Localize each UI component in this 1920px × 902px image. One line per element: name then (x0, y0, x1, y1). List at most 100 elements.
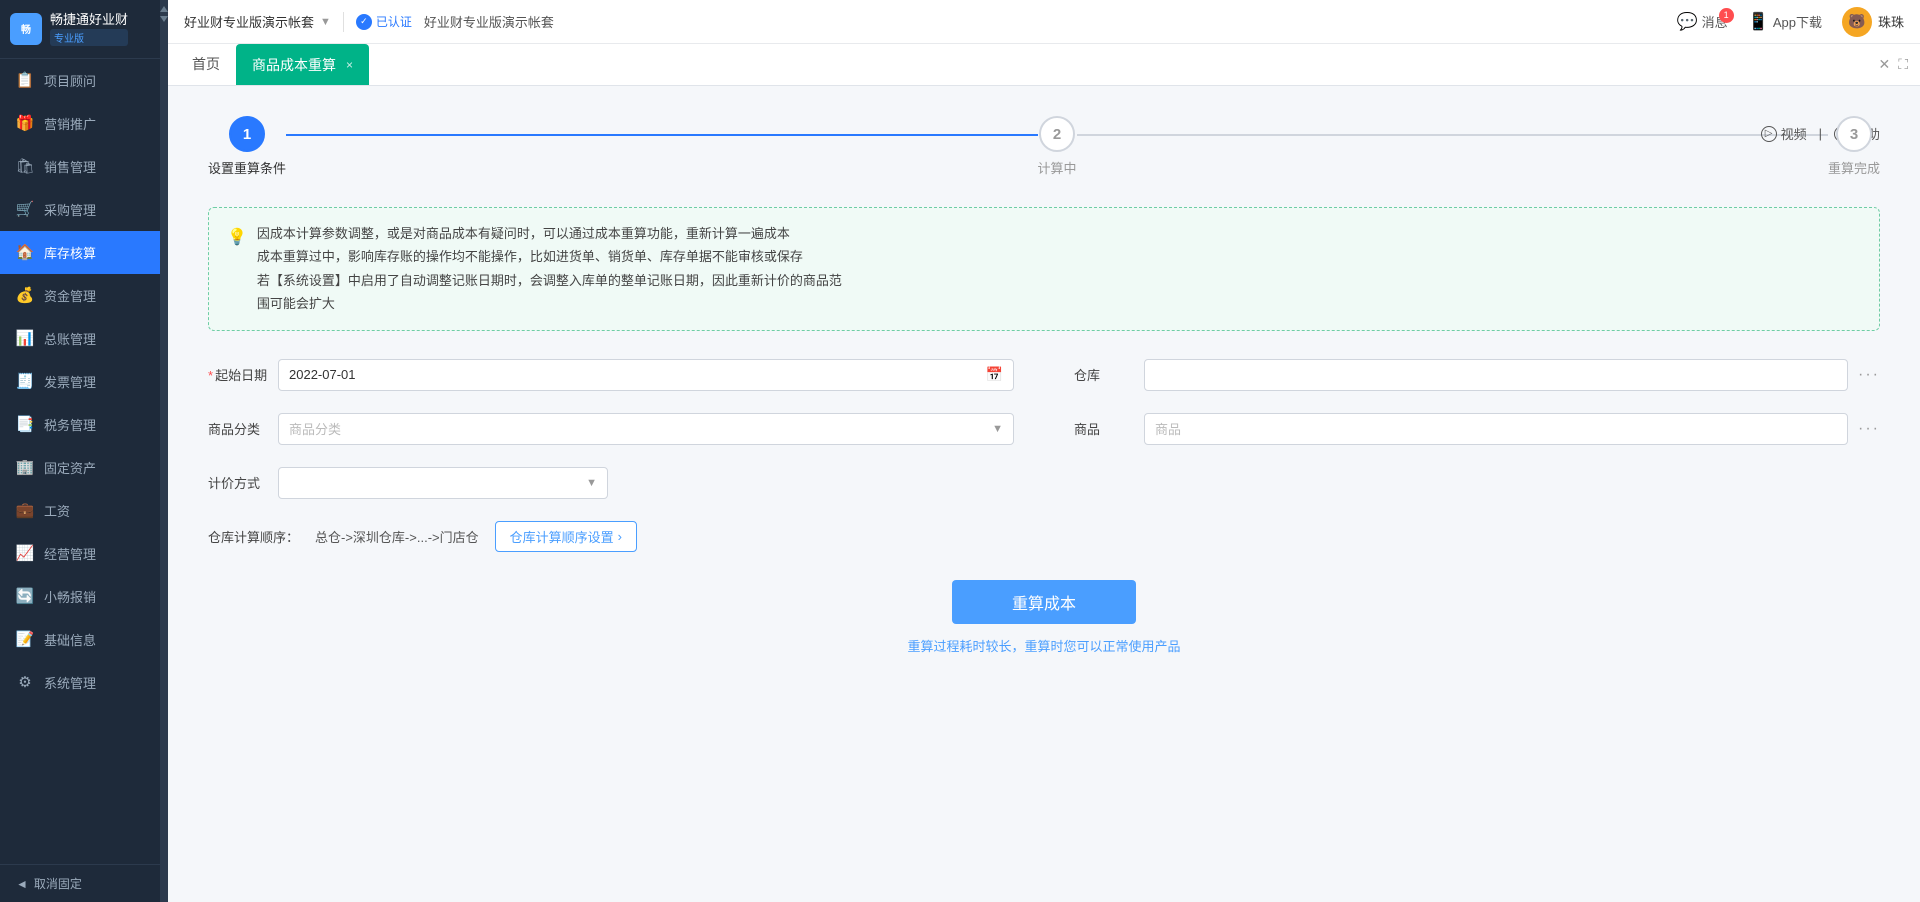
form-row-2: 商品分类 商品分类 ▼ 商品 商品 ··· (208, 413, 1880, 445)
scroll-up-arrow[interactable] (160, 6, 168, 12)
product-placeholder: 商品 (1155, 419, 1181, 438)
submit-area: 重算成本 重算过程耗时较长，重算时您可以正常使用产品 (208, 580, 1880, 655)
divider: | (1819, 126, 1822, 141)
category-label: 商品分类 (208, 419, 268, 438)
logo-text: 畅 (21, 21, 31, 36)
tab-home[interactable]: 首页 (176, 44, 236, 85)
step-3: 3 重算完成 (1828, 116, 1880, 177)
account-name: 好业财专业版演示帐套 (184, 12, 314, 31)
warehouse-order-label: 仓库计算顺序： (208, 527, 299, 546)
page-content: 1 设置重算条件 2 计算中 3 重算完成 ▷ (168, 86, 1920, 902)
app-download-label: App下载 (1773, 12, 1822, 31)
start-date-input[interactable]: 2022-07-01 📅 (278, 359, 1014, 391)
scroll-down-arrow[interactable] (160, 16, 168, 22)
sidebar-item-inventory[interactable]: 🏠 库存核算 (0, 231, 160, 274)
verified-text: 已认证 (376, 13, 412, 30)
product-input[interactable]: 商品 (1144, 413, 1848, 445)
category-chevron-icon: ▼ (992, 423, 1003, 435)
tab-close-icon[interactable]: × (346, 58, 353, 72)
shield-verified-icon: ✓ (356, 14, 372, 30)
step-2-circle: 2 (1039, 116, 1075, 152)
accounting-icon: 📊 (16, 329, 34, 347)
warehouse-dots-btn[interactable]: ··· (1858, 366, 1880, 384)
warehouse-input[interactable] (1144, 359, 1848, 391)
category-select[interactable]: 商品分类 ▼ (278, 413, 1014, 445)
tab-cost-recalc[interactable]: 商品成本重算 × (236, 44, 369, 85)
sidebar-item-project[interactable]: 📋 项目顾问 (0, 59, 160, 102)
warehouse-label: 仓库 (1074, 365, 1134, 384)
video-link[interactable]: ▷ 视频 (1761, 124, 1807, 143)
step-3-label: 重算完成 (1828, 158, 1880, 177)
tab-cost-recalc-label: 商品成本重算 (252, 55, 336, 75)
form-row-3: 计价方式 ▼ (208, 467, 608, 499)
sidebar-item-label-sales: 销售管理 (44, 157, 96, 176)
submit-button[interactable]: 重算成本 (952, 580, 1136, 624)
pricing-select[interactable]: ▼ (278, 467, 608, 499)
tab-close-window-icon[interactable]: ✕ (1878, 56, 1890, 73)
form-section: *起始日期 2022-07-01 📅 仓库 ··· (208, 359, 1880, 655)
sidebar-item-label-inventory: 库存核算 (44, 243, 96, 262)
expense-icon: 🔄 (16, 587, 34, 605)
sidebar-item-finance[interactable]: 💰 资金管理 (0, 274, 160, 317)
base-icon: 📝 (16, 630, 34, 648)
required-star: * (208, 368, 213, 383)
step-2-label: 计算中 (1038, 158, 1077, 177)
sidebar-footer[interactable]: ◄ 取消固定 (0, 864, 160, 902)
warehouse-order-btn-icon: › (618, 529, 622, 544)
submit-hint: 重算过程耗时较长，重算时您可以正常使用产品 (907, 636, 1180, 655)
sidebar-item-label-tax: 税务管理 (44, 415, 96, 434)
pricing-field: 计价方式 ▼ (208, 467, 608, 499)
warehouse-order-settings-button[interactable]: 仓库计算顺序设置 › (495, 521, 637, 552)
sidebar-item-operations[interactable]: 📈 经营管理 (0, 532, 160, 575)
category-field: 商品分类 商品分类 ▼ (208, 413, 1014, 445)
step-line-1 (286, 134, 1037, 136)
purchase-icon: 🛒 (16, 200, 34, 218)
pricing-chevron-icon: ▼ (586, 477, 597, 489)
sidebar-item-tax[interactable]: 📑 税务管理 (0, 403, 160, 446)
product-label: 商品 (1074, 419, 1134, 438)
sidebar-item-purchase[interactable]: 🛒 采购管理 (0, 188, 160, 231)
sidebar-item-label-finance: 资金管理 (44, 286, 96, 305)
submit-btn-label: 重算成本 (1012, 596, 1076, 613)
step-1-circle: 1 (229, 116, 265, 152)
payroll-icon: 💼 (16, 501, 34, 519)
warehouse-field: 仓库 ··· (1074, 359, 1880, 391)
product-dots-btn[interactable]: ··· (1858, 420, 1880, 438)
sidebar-item-accounting[interactable]: 📊 总账管理 (0, 317, 160, 360)
sidebar-item-marketing[interactable]: 🎁 营销推广 (0, 102, 160, 145)
sidebar-item-system[interactable]: ⚙ 系统管理 (0, 661, 160, 704)
notice-line-3: 若【系统设置】中启用了自动调整记账日期时，会调整入库单的整单记账日期，因此重新计… (257, 269, 842, 292)
user-name: 珠珠 (1878, 12, 1904, 31)
notice-line-1: 因成本计算参数调整，或是对商品成本有疑问时，可以通过成本重算功能，重新计算一遍成… (257, 222, 842, 245)
app-logo: 畅 (10, 13, 42, 45)
sidebar-item-expense[interactable]: 🔄 小畅报销 (0, 575, 160, 618)
warehouse-order-btn-label: 仓库计算顺序设置 (510, 527, 614, 546)
sidebar-item-label-accounting: 总账管理 (44, 329, 96, 348)
sidebar-item-base[interactable]: 📝 基础信息 (0, 618, 160, 661)
sidebar-item-label-purchase: 采购管理 (44, 200, 96, 219)
tab-expand-icon[interactable]: ⛶ (1898, 56, 1908, 73)
operations-icon: 📈 (16, 544, 34, 562)
sidebar-item-assets[interactable]: 🏢 固定资产 (0, 446, 160, 489)
account-selector[interactable]: 好业财专业版演示帐套 ▼ (184, 12, 331, 31)
notice-line-2: 成本重算过中，影响库存账的操作均不能操作，比如进货单、销货单、库存单据不能审核或… (257, 245, 842, 268)
tab-home-label: 首页 (192, 54, 220, 74)
sidebar-item-sales[interactable]: 🛍 销售管理 (0, 145, 160, 188)
sidebar-item-payroll[interactable]: 💼 工资 (0, 489, 160, 532)
sidebar-item-invoice[interactable]: 🧾 发票管理 (0, 360, 160, 403)
calendar-icon[interactable]: 📅 (986, 366, 1003, 383)
app-download-button[interactable]: 📱 App下载 (1748, 12, 1822, 32)
notice-bulb-icon: 💡 (227, 224, 247, 316)
step-3-number: 3 (1850, 126, 1858, 143)
notification-button[interactable]: 💬 消息 1 (1676, 12, 1727, 32)
step-line-2 (1077, 134, 1828, 136)
tax-icon: 📑 (16, 415, 34, 433)
user-avatar: 🐻 (1842, 7, 1872, 37)
sidebar-nav: 📋 项目顾问 🎁 营销推广 🛍 销售管理 🛒 采购管理 🏠 库存核算 💰 资金管… (0, 59, 160, 864)
app-edition-badge: 专业版 (50, 29, 128, 46)
sidebar-item-label-payroll: 工资 (44, 501, 70, 520)
user-area[interactable]: 🐻 珠珠 (1842, 7, 1904, 37)
main-area: 好业财专业版演示帐套 ▼ ✓ 已认证 好业财专业版演示帐套 💬 消息 1 📱 A… (168, 0, 1920, 902)
sidebar-item-label-invoice: 发票管理 (44, 372, 96, 391)
sidebar-item-label-base: 基础信息 (44, 630, 96, 649)
